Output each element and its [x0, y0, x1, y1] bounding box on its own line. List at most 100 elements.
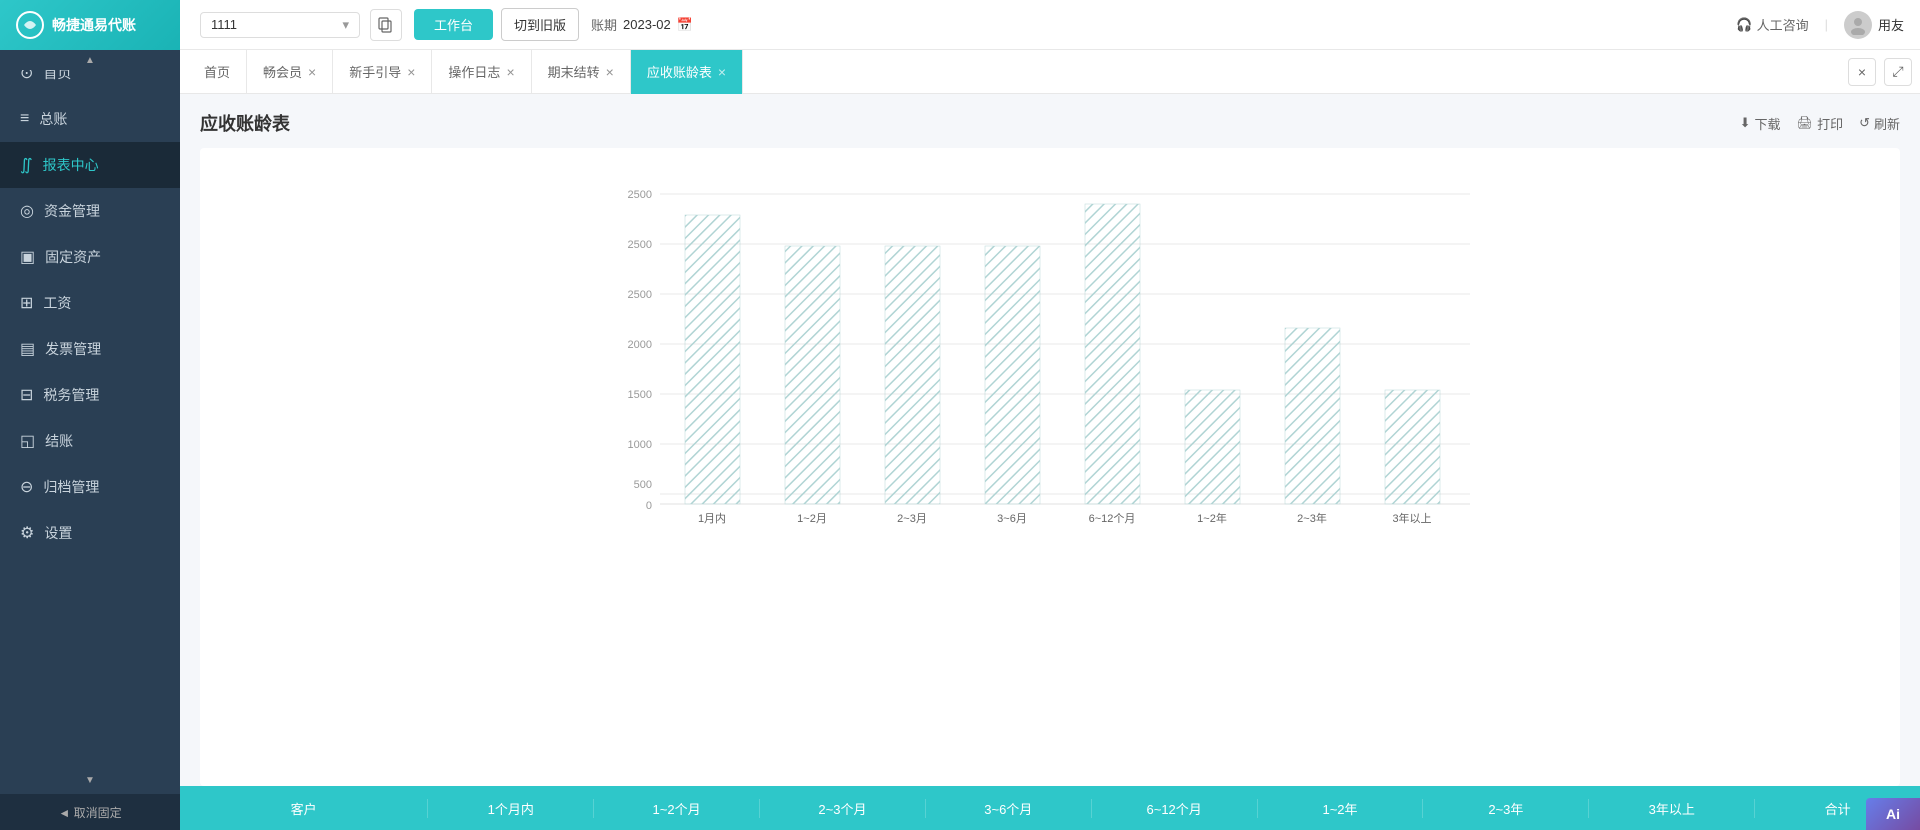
- svg-text:2~3月: 2~3月: [897, 513, 927, 525]
- svg-text:0: 0: [646, 500, 652, 512]
- svg-text:1000: 1000: [628, 439, 652, 451]
- svg-text:1~2月: 1~2月: [797, 513, 827, 525]
- refresh-button[interactable]: ↺ 刷新: [1859, 114, 1900, 133]
- tab-close-ar-aging[interactable]: ×: [718, 64, 726, 80]
- sidebar: ▲ ⊙ 首页 ≡ 总账 ∬ 报表中心 ◎ 资金管理 ▣ 固定资产 ⊞ 工资 ▤ …: [0, 50, 180, 830]
- sidebar-item-label-payroll: 工资: [43, 293, 71, 313]
- svg-text:2000: 2000: [628, 339, 652, 351]
- svg-text:2~3年: 2~3年: [1297, 511, 1327, 525]
- table-header-col: 6~12个月: [1092, 799, 1258, 818]
- sidebar-item-settings[interactable]: ⚙ 设置: [0, 510, 180, 556]
- tab-label-vip: 畅会员: [263, 62, 302, 81]
- tabs-bar: 首页畅会员 ×新手引导 ×操作日志 ×期末结转 ×应收账龄表 × × ⤢: [180, 50, 1920, 94]
- table-header-col: 3年以上: [1589, 799, 1755, 818]
- sidebar-item-fixed-assets[interactable]: ▣ 固定资产: [0, 234, 180, 280]
- nav-icon-settings: ⚙: [20, 523, 34, 543]
- table-header-col: 1个月内: [428, 799, 594, 818]
- svg-text:1月内: 1月内: [698, 511, 726, 525]
- sidebar-item-label-tax-management: 税务管理: [43, 385, 99, 405]
- tab-close-operation-log[interactable]: ×: [506, 64, 514, 80]
- svg-text:2500: 2500: [628, 289, 652, 301]
- close-window-button[interactable]: ×: [1848, 58, 1876, 86]
- nav-icon-invoice-management: ▤: [20, 339, 35, 359]
- chevron-down-icon: ▾: [342, 17, 349, 33]
- sidebar-scroll-down[interactable]: ▼: [0, 770, 180, 790]
- tab-label-period-end: 期末结转: [548, 62, 600, 81]
- switch-old-button[interactable]: 切到旧版: [501, 8, 579, 41]
- download-button[interactable]: ⬇ 下载: [1740, 114, 1781, 133]
- page-header: 应收账龄表 ⬇ 下载 🖨 打印 ↺ 刷新: [200, 110, 1900, 136]
- svg-text:3年以上: 3年以上: [1392, 511, 1431, 525]
- table-header-col: 2~3个月: [760, 799, 926, 818]
- tab-home[interactable]: 首页: [188, 50, 247, 94]
- download-icon: ⬇: [1740, 115, 1751, 131]
- sidebar-item-label-fixed-assets: 固定资产: [45, 247, 101, 267]
- cancel-pin-button[interactable]: ◄ 取消固定: [0, 794, 180, 830]
- page-title: 应收账龄表: [200, 110, 290, 136]
- tab-operation-log[interactable]: 操作日志 ×: [432, 50, 531, 94]
- nav-icon-closing: ◱: [20, 431, 35, 451]
- tab-close-guide[interactable]: ×: [407, 64, 415, 80]
- svg-text:3~6月: 3~6月: [997, 513, 1027, 525]
- sidebar-item-archive-management[interactable]: ⊖ 归档管理: [0, 464, 180, 510]
- svg-text:2500: 2500: [628, 239, 652, 251]
- sidebar-item-general-ledger[interactable]: ≡ 总账: [0, 96, 180, 142]
- sidebar-item-label-general-ledger: 总账: [39, 109, 67, 129]
- sidebar-item-report-center[interactable]: ∬ 报表中心: [0, 142, 180, 188]
- header-right: 🎧 人工咨询 | 用友: [1736, 11, 1904, 39]
- sidebar-item-tax-management[interactable]: ⊟ 税务管理: [0, 372, 180, 418]
- nav-icon-fund-management: ◎: [20, 201, 34, 221]
- sidebar-item-fund-management[interactable]: ◎ 资金管理: [0, 188, 180, 234]
- tab-label-home: 首页: [204, 62, 230, 81]
- tab-close-vip[interactable]: ×: [308, 64, 316, 80]
- tab-guide[interactable]: 新手引导 ×: [333, 50, 432, 94]
- period-area: 账期 2023-02 📅: [591, 15, 693, 34]
- sidebar-item-label-archive-management: 归档管理: [43, 477, 99, 497]
- company-name: 1111: [211, 17, 334, 32]
- logo-text: 畅捷通易代账: [52, 15, 136, 35]
- consult-label: 人工咨询: [1757, 15, 1809, 34]
- print-icon: 🖨: [1797, 115, 1814, 131]
- consult-button[interactable]: 🎧 人工咨询: [1736, 15, 1808, 34]
- table-header-col: 3~6个月: [926, 799, 1092, 818]
- print-label: 打印: [1817, 114, 1843, 133]
- workbench-button[interactable]: 工作台: [414, 9, 493, 40]
- print-button[interactable]: 🖨 打印: [1797, 114, 1844, 133]
- calendar-icon[interactable]: 📅: [677, 17, 693, 33]
- avatar: [1844, 11, 1872, 39]
- nav-icon-tax-management: ⊟: [20, 385, 33, 405]
- tab-period-end[interactable]: 期末结转 ×: [532, 50, 631, 94]
- headset-icon: 🎧: [1736, 17, 1752, 33]
- main-layout: ▲ ⊙ 首页 ≡ 总账 ∬ 报表中心 ◎ 资金管理 ▣ 固定资产 ⊞ 工资 ▤ …: [0, 50, 1920, 830]
- nav-icon-payroll: ⊞: [20, 293, 33, 313]
- logo-icon: [16, 11, 44, 39]
- user-info[interactable]: 用友: [1844, 11, 1904, 39]
- tab-close-period-end[interactable]: ×: [606, 64, 614, 80]
- bar-chart: 2500 2500 2500 2000 1500 1000 500 0 1月内: [216, 164, 1884, 544]
- svg-text:500: 500: [634, 479, 652, 491]
- tab-label-guide: 新手引导: [349, 62, 401, 81]
- tab-vip[interactable]: 畅会员 ×: [247, 50, 333, 94]
- sidebar-item-label-report-center: 报表中心: [43, 155, 99, 175]
- ai-badge[interactable]: Ai: [1866, 798, 1920, 830]
- sidebar-item-closing[interactable]: ◱ 结账: [0, 418, 180, 464]
- svg-text:1500: 1500: [628, 389, 652, 401]
- table-header-col: 客户: [180, 799, 428, 818]
- tab-ar-aging[interactable]: 应收账龄表 ×: [631, 50, 743, 94]
- sidebar-item-label-invoice-management: 发票管理: [45, 339, 101, 359]
- table-header-col: 2~3年: [1423, 799, 1589, 818]
- content-area: 首页畅会员 ×新手引导 ×操作日志 ×期末结转 ×应收账龄表 × × ⤢ 应收账…: [180, 50, 1920, 830]
- bottom-table-header: 客户1个月内1~2个月2~3个月3~6个月6~12个月1~2年2~3年3年以上合…: [180, 786, 1920, 830]
- company-selector[interactable]: 1111 ▾: [200, 12, 360, 38]
- copy-button[interactable]: [370, 9, 402, 41]
- sidebar-item-invoice-management[interactable]: ▤ 发票管理: [0, 326, 180, 372]
- tabs-actions: × ⤢: [1848, 58, 1912, 86]
- sidebar-item-label-fund-management: 资金管理: [44, 201, 100, 221]
- maximize-window-button[interactable]: ⤢: [1884, 58, 1912, 86]
- sidebar-item-payroll[interactable]: ⊞ 工资: [0, 280, 180, 326]
- table-header-col: 1~2个月: [594, 799, 760, 818]
- sidebar-scroll-up[interactable]: ▲: [0, 50, 180, 70]
- sidebar-item-label-closing: 结账: [45, 431, 73, 451]
- page-content: 应收账龄表 ⬇ 下载 🖨 打印 ↺ 刷新: [180, 94, 1920, 786]
- tab-label-operation-log: 操作日志: [448, 62, 500, 81]
